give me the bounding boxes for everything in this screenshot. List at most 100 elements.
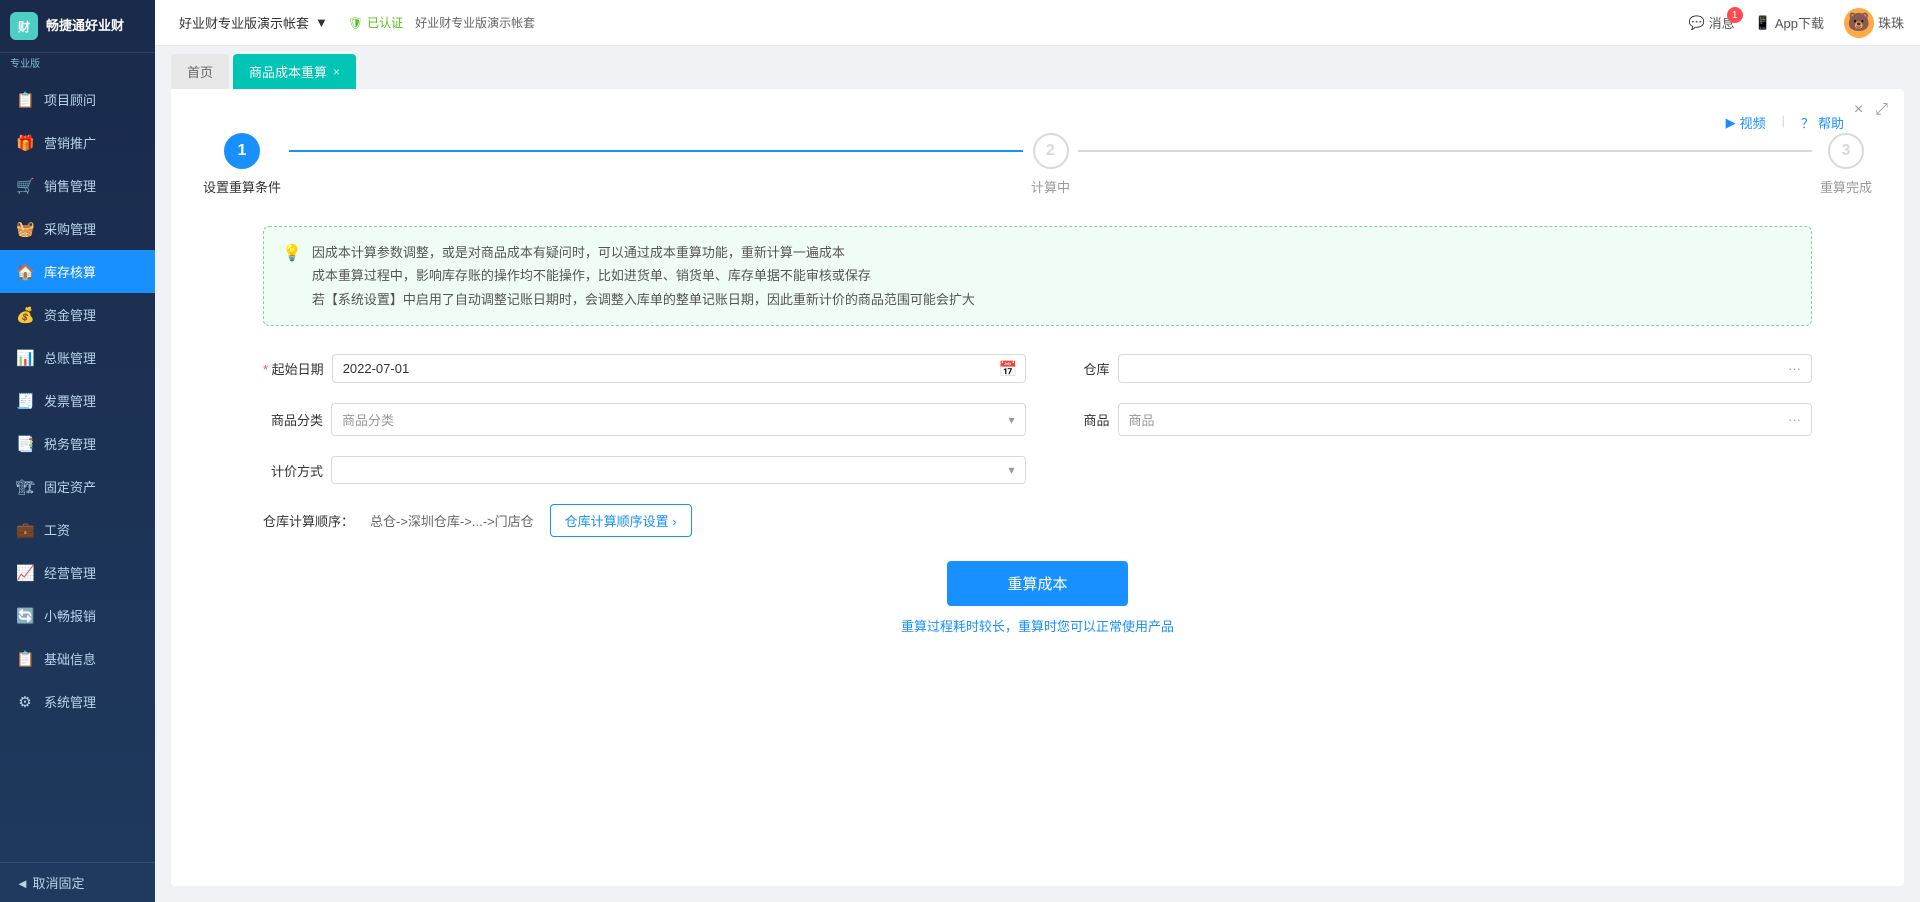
form-section: 起始日期 📅 仓库 ··· 商品分类 — [263, 354, 1812, 635]
warehouse-order-value: 总仓->深圳仓库->...->门店仓 — [370, 511, 534, 530]
avatar: 🐻 — [1844, 8, 1874, 38]
purchase-icon: 🧺 — [16, 220, 34, 238]
start-date-label: 起始日期 — [263, 359, 324, 378]
play-icon: ▶ — [1726, 115, 1736, 131]
step-1: 1 设置重算条件 — [203, 133, 281, 196]
warehouse-group: 仓库 ··· — [1050, 354, 1813, 383]
logo-icon: 财 — [10, 12, 38, 40]
step-2: 2 计算中 — [1031, 133, 1070, 196]
step-3-label: 重算完成 — [1820, 177, 1872, 196]
sidebar-item-label: 税务管理 — [44, 434, 96, 453]
sidebar-item-inventory[interactable]: 🏠 库存核算 — [0, 250, 155, 293]
inventory-icon: 🏠 — [16, 263, 34, 281]
sidebar-item-ledger[interactable]: 📊 总账管理 — [0, 336, 155, 379]
system-icon: ⚙ — [16, 693, 34, 711]
category-placeholder: 商品分类 — [342, 410, 394, 429]
window-controls: × ⤢ — [1854, 101, 1888, 119]
sidebar-item-basic[interactable]: 📋 基础信息 — [0, 637, 155, 680]
message-icon: 💬 — [1688, 15, 1704, 31]
start-date-group: 起始日期 📅 — [263, 354, 1026, 383]
tab-home[interactable]: 首页 — [171, 54, 229, 89]
step-3: 3 重算完成 — [1820, 133, 1872, 196]
shield-icon: 🛡 — [348, 16, 363, 30]
pricing-selector[interactable]: ▾ — [331, 456, 1026, 484]
sidebar-item-label: 营销推广 — [44, 133, 96, 152]
sidebar-nav: 📋 项目顾问 🎁 营销推广 🛒 销售管理 🧺 采购管理 🏠 库存核算 💰 资金管… — [0, 78, 155, 862]
recalc-button[interactable]: 重算成本 — [947, 561, 1127, 606]
info-line-2: 成本重算过程中，影响库存账的操作均不能操作，比如进货单、销货单、库存单据不能审核… — [312, 264, 975, 287]
account-selector[interactable]: 好业财专业版演示帐套 ▼ — [171, 9, 336, 36]
sidebar-item-label: 固定资产 — [44, 477, 96, 496]
goods-group: 商品 商品 ··· — [1050, 403, 1813, 436]
sidebar-item-salary[interactable]: 💼 工资 — [0, 508, 155, 551]
sidebar-item-label: 发票管理 — [44, 391, 96, 410]
video-link[interactable]: ▶ 视频 — [1726, 113, 1766, 132]
recalc-btn-label: 重算成本 — [1007, 576, 1067, 593]
logo-text-group: 畅捷通好业财 — [46, 18, 124, 34]
app-download-button[interactable]: 📱 App下载 — [1755, 13, 1824, 32]
sidebar-item-label: 项目顾问 — [44, 90, 96, 109]
start-date-input[interactable] — [332, 354, 1026, 383]
info-line-3: 若【系统设置】中启用了自动调整记账日期时，会调整入库单的整单记账日期，因此重新计… — [312, 288, 975, 311]
sidebar-item-assets[interactable]: 🏗 固定资产 — [0, 465, 155, 508]
assets-icon: 🏗 — [16, 478, 34, 496]
tax-icon: 📑 — [16, 435, 34, 453]
tab-recalc[interactable]: 商品成本重算 × — [233, 54, 356, 89]
sidebar-item-project[interactable]: 📋 项目顾问 — [0, 78, 155, 121]
user-name: 珠珠 — [1878, 13, 1904, 32]
help-label: 帮助 — [1818, 113, 1844, 132]
ledger-icon: 📊 — [16, 349, 34, 367]
goods-selector[interactable]: 商品 ··· — [1118, 403, 1813, 436]
sidebar-item-label: 工资 — [44, 520, 70, 539]
steps-container: 1 设置重算条件 2 计算中 3 重算完成 — [203, 133, 1872, 196]
sidebar-item-xiaochang[interactable]: 🔄 小畅报销 — [0, 594, 155, 637]
salary-icon: 💼 — [16, 521, 34, 539]
help-link[interactable]: ？ 帮助 — [1801, 113, 1844, 132]
sidebar-item-label: 系统管理 — [44, 692, 96, 711]
warehouse-selector[interactable]: ··· — [1118, 354, 1813, 383]
user-menu[interactable]: 🐻 珠珠 — [1844, 8, 1904, 38]
dropdown-icon: ▼ — [315, 15, 328, 30]
app-name: 畅捷通好业财 — [46, 18, 124, 34]
expand-window-button[interactable]: ⤢ — [1875, 101, 1888, 119]
sidebar-item-finance[interactable]: 💰 资金管理 — [0, 293, 155, 336]
step-3-circle: 3 — [1828, 133, 1864, 169]
sales-icon: 🛒 — [16, 177, 34, 195]
info-box: 💡 因成本计算参数调整，或是对商品成本有疑问时，可以通过成本重算功能，重新计算一… — [263, 226, 1812, 326]
sidebar-item-invoice[interactable]: 🧾 发票管理 — [0, 379, 155, 422]
sidebar-item-label: 资金管理 — [44, 305, 96, 324]
step-2-label: 计算中 — [1031, 177, 1070, 196]
tabbar: 首页 商品成本重算 × — [155, 46, 1920, 89]
calendar-icon[interactable]: 📅 — [999, 360, 1018, 378]
account-name: 好业财专业版演示帐套 — [179, 13, 309, 32]
dots-icon: ··· — [1788, 361, 1801, 376]
info-icon: 💡 — [282, 243, 302, 311]
goods-placeholder: 商品 — [1129, 410, 1789, 429]
step-1-label: 设置重算条件 — [203, 177, 281, 196]
sidebar-item-operation[interactable]: 📈 经营管理 — [0, 551, 155, 594]
chevron-down-icon-pricing: ▾ — [1008, 463, 1014, 477]
recalc-hint: 重算过程耗时较长，重算时您可以正常使用产品 — [901, 616, 1174, 635]
sidebar-item-tax[interactable]: 📑 税务管理 — [0, 422, 155, 465]
messages-button[interactable]: 💬 消息 1 — [1688, 13, 1734, 32]
tab-home-label: 首页 — [187, 62, 213, 81]
sidebar-item-purchase[interactable]: 🧺 采购管理 — [0, 207, 155, 250]
sidebar-item-sales[interactable]: 🛒 销售管理 — [0, 164, 155, 207]
category-selector[interactable]: 商品分类 ▾ — [331, 403, 1026, 436]
sidebar-item-label: 库存核算 — [44, 262, 96, 281]
step-2-circle: 2 — [1033, 133, 1069, 169]
dots-icon: ··· — [1788, 412, 1801, 427]
warehouse-order-settings-button[interactable]: 仓库计算顺序设置 › — [550, 504, 692, 537]
tab-close-icon[interactable]: × — [333, 65, 340, 79]
form-row-2: 商品分类 商品分类 ▾ 商品 商品 ··· — [263, 403, 1812, 436]
sidebar-item-system[interactable]: ⚙ 系统管理 — [0, 680, 155, 723]
verified-account-name: 好业财专业版演示帐套 — [415, 14, 535, 31]
form-row-3: 计价方式 ▾ — [263, 456, 1812, 484]
invoice-icon: 🧾 — [16, 392, 34, 410]
verified-badge: 🛡 已认证 — [348, 14, 403, 31]
sidebar-item-marketing[interactable]: 🎁 营销推广 — [0, 121, 155, 164]
video-label: 视频 — [1740, 113, 1766, 132]
unpin-button[interactable]: ◄ 取消固定 — [0, 862, 155, 902]
close-window-button[interactable]: × — [1854, 101, 1863, 119]
sidebar-item-label: 经营管理 — [44, 563, 96, 582]
